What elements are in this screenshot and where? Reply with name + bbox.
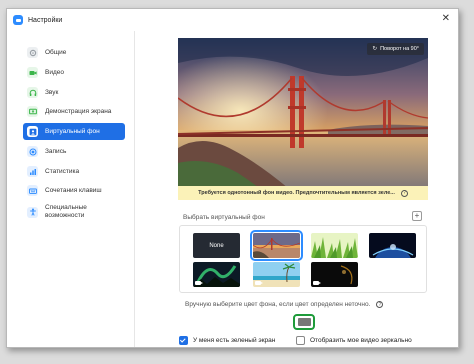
manual-color-hint: Вручную выберите цвет фона, если цвет оп…: [185, 301, 384, 308]
gear-icon: [27, 47, 38, 58]
close-icon[interactable]: ✕: [442, 13, 450, 25]
background-thumb-dark-light[interactable]: [311, 262, 358, 287]
green-screen-option[interactable]: У меня есть зеленый экран: [179, 336, 275, 345]
video-background-icon: [195, 281, 203, 285]
sidebar-item-general[interactable]: Общие: [23, 44, 125, 61]
sidebar: Общие Видео Звук Демонстрация экрана Вир…: [7, 31, 135, 347]
mirror-video-label: Отобразить мое видео зеркально: [310, 337, 412, 344]
sidebar-item-audio[interactable]: Звук: [23, 84, 125, 101]
share-screen-icon: [27, 106, 38, 117]
color-swatch: [297, 318, 311, 326]
record-icon: [27, 146, 38, 157]
rotate-90-button[interactable]: ↻ Поворот на 90°: [367, 43, 424, 55]
warning-text: Требуется однотонный фон видео. Предпочт…: [198, 190, 395, 196]
accessibility-icon: [27, 206, 38, 218]
manual-color-text: Вручную выберите цвет фона, если цвет оп…: [185, 301, 371, 308]
sidebar-item-label: Специальные: [45, 204, 87, 211]
background-color-picker[interactable]: [293, 314, 315, 330]
video-background-icon: [255, 281, 263, 285]
video-icon: [27, 67, 38, 78]
zoom-app-icon: [13, 15, 23, 25]
green-screen-warning: Требуется однотонный фон видео. Предпочт…: [178, 186, 428, 200]
sidebar-item-keyboard-shortcuts[interactable]: Сочетания клавиш: [23, 182, 125, 199]
sidebar-item-share-screen[interactable]: Демонстрация экрана: [23, 103, 125, 120]
mirror-video-checkbox[interactable]: [296, 336, 305, 345]
golden-gate-preview-image: [178, 38, 428, 200]
choose-background-title: Выбрать виртуальный фон: [183, 214, 265, 221]
background-thumb-none[interactable]: None: [193, 233, 240, 258]
background-thumb-beach[interactable]: [253, 262, 300, 287]
background-gallery: None: [179, 225, 427, 293]
virtual-background-icon: [27, 126, 38, 137]
keyboard-icon: [27, 185, 38, 196]
video-background-icon: [313, 281, 321, 285]
sidebar-item-statistics[interactable]: Статистика: [23, 163, 125, 180]
sidebar-item-label-line2: возможности: [45, 212, 85, 219]
none-label: None: [209, 242, 224, 249]
help-icon[interactable]: ?: [376, 301, 384, 308]
background-thumb-grass[interactable]: [311, 233, 358, 258]
green-screen-label: У меня есть зеленый экран: [193, 337, 276, 344]
title-bar: Настройки ✕: [7, 9, 458, 31]
background-thumb-aurora[interactable]: [193, 262, 240, 287]
background-thumb-golden-gate[interactable]: [250, 230, 303, 261]
sidebar-item-virtual-background[interactable]: Виртуальный фон: [23, 123, 125, 140]
headphones-icon: [27, 87, 38, 98]
window-title: Настройки: [28, 16, 63, 24]
rotate-label: Поворот на 90°: [380, 46, 419, 52]
add-background-button[interactable]: +: [412, 211, 422, 221]
help-icon[interactable]: ?: [400, 189, 408, 197]
mirror-video-option[interactable]: Отобразить мое видео зеркально: [296, 336, 412, 345]
statistics-icon: [27, 166, 38, 177]
rotate-icon: ↻: [372, 46, 378, 52]
sidebar-item-video[interactable]: Видео: [23, 64, 125, 81]
background-thumb-earth[interactable]: [369, 233, 416, 258]
video-preview: ↻ Поворот на 90° Требуется однотонный фо…: [178, 38, 428, 200]
sidebar-item-recording[interactable]: Запись: [23, 143, 125, 160]
settings-window: Настройки ✕ Общие Видео Звук Демонстраци…: [6, 8, 459, 348]
green-screen-checkbox[interactable]: [179, 336, 188, 345]
sidebar-item-accessibility[interactable]: Специальные возможности: [23, 201, 125, 223]
